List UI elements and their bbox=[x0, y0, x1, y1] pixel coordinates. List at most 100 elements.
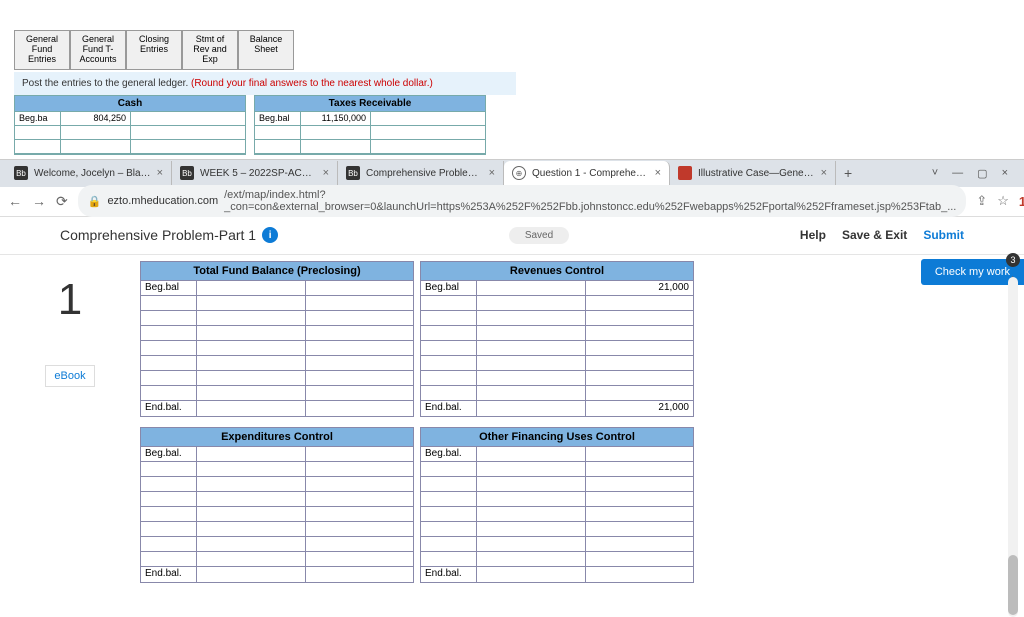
share-icon[interactable]: ⇪ bbox=[976, 193, 987, 209]
cell[interactable] bbox=[586, 462, 694, 476]
cell[interactable] bbox=[306, 537, 414, 551]
cell[interactable] bbox=[586, 341, 694, 355]
cell[interactable] bbox=[306, 567, 414, 582]
cell[interactable] bbox=[477, 296, 586, 310]
cell[interactable] bbox=[306, 296, 414, 310]
cell[interactable] bbox=[131, 140, 245, 153]
cell[interactable] bbox=[586, 371, 694, 385]
cell[interactable] bbox=[421, 296, 477, 310]
browser-tab[interactable]: BbComprehensive Problem - Part 1× bbox=[338, 161, 504, 185]
cell[interactable] bbox=[477, 341, 586, 355]
cell[interactable] bbox=[141, 326, 197, 340]
cell[interactable] bbox=[477, 462, 586, 476]
cell[interactable] bbox=[197, 477, 306, 491]
cell[interactable] bbox=[141, 522, 197, 536]
tab-balance[interactable]: Balance Sheet bbox=[238, 30, 294, 70]
cell[interactable] bbox=[197, 311, 306, 325]
cell[interactable] bbox=[197, 356, 306, 370]
cell[interactable] bbox=[306, 552, 414, 566]
submit-link[interactable]: Submit bbox=[923, 228, 964, 242]
new-tab-button[interactable]: + bbox=[836, 165, 860, 181]
cell[interactable] bbox=[306, 311, 414, 325]
cell[interactable] bbox=[421, 371, 477, 385]
cell[interactable] bbox=[477, 386, 586, 400]
cell[interactable] bbox=[197, 537, 306, 551]
cell[interactable] bbox=[477, 477, 586, 491]
cell[interactable] bbox=[477, 567, 586, 582]
cell[interactable] bbox=[306, 371, 414, 385]
reload-icon[interactable]: ⟳ bbox=[56, 193, 68, 210]
cell[interactable] bbox=[131, 126, 245, 139]
cell[interactable] bbox=[197, 507, 306, 521]
cell[interactable] bbox=[586, 311, 694, 325]
tab-closing[interactable]: Closing Entries bbox=[126, 30, 182, 70]
cell[interactable] bbox=[421, 386, 477, 400]
cell[interactable] bbox=[141, 311, 197, 325]
close-icon[interactable]: × bbox=[489, 167, 495, 179]
close-icon[interactable]: × bbox=[821, 167, 827, 179]
cell[interactable] bbox=[477, 552, 586, 566]
cell[interactable] bbox=[15, 126, 61, 139]
cell[interactable] bbox=[586, 447, 694, 461]
close-icon[interactable]: × bbox=[323, 167, 329, 179]
cell[interactable] bbox=[371, 112, 485, 125]
cell[interactable] bbox=[141, 386, 197, 400]
cell[interactable] bbox=[197, 462, 306, 476]
cell[interactable] bbox=[477, 401, 586, 416]
cell[interactable] bbox=[586, 507, 694, 521]
cell[interactable] bbox=[141, 507, 197, 521]
cell[interactable] bbox=[306, 401, 414, 416]
cell[interactable] bbox=[141, 537, 197, 551]
cell[interactable] bbox=[477, 311, 586, 325]
cell[interactable] bbox=[586, 537, 694, 551]
cell[interactable] bbox=[477, 492, 586, 506]
cell[interactable] bbox=[197, 326, 306, 340]
cell[interactable] bbox=[586, 356, 694, 370]
cell[interactable] bbox=[141, 371, 197, 385]
cell[interactable] bbox=[197, 447, 306, 461]
chevron-down-icon[interactable]: ˅ bbox=[932, 167, 938, 180]
close-icon[interactable]: × bbox=[157, 167, 163, 179]
cell[interactable] bbox=[421, 507, 477, 521]
cell[interactable] bbox=[141, 492, 197, 506]
tab-stmt[interactable]: Stmt of Rev and Exp bbox=[182, 30, 238, 70]
minimize-icon[interactable]: — bbox=[952, 167, 963, 180]
cell[interactable] bbox=[15, 140, 61, 153]
cell[interactable] bbox=[306, 462, 414, 476]
cell[interactable] bbox=[477, 371, 586, 385]
cell[interactable] bbox=[255, 140, 301, 153]
cell[interactable] bbox=[371, 140, 485, 153]
cell[interactable] bbox=[306, 326, 414, 340]
cell[interactable] bbox=[371, 126, 485, 139]
browser-tab[interactable]: BbWEEK 5 – 2022SP-ACC-149-I01× bbox=[172, 161, 338, 185]
cell[interactable] bbox=[421, 552, 477, 566]
maximize-icon[interactable]: ▢ bbox=[977, 167, 987, 180]
cell[interactable] bbox=[586, 477, 694, 491]
cell[interactable] bbox=[586, 552, 694, 566]
cell[interactable] bbox=[586, 567, 694, 582]
cell[interactable] bbox=[421, 326, 477, 340]
ebook-link[interactable]: eBook bbox=[45, 365, 94, 387]
cell[interactable] bbox=[586, 522, 694, 536]
cell[interactable] bbox=[306, 492, 414, 506]
cell[interactable] bbox=[197, 522, 306, 536]
cell[interactable] bbox=[141, 477, 197, 491]
cell[interactable] bbox=[197, 281, 306, 295]
cell[interactable] bbox=[477, 537, 586, 551]
cell[interactable] bbox=[197, 567, 306, 582]
cell[interactable] bbox=[586, 296, 694, 310]
cell[interactable] bbox=[421, 537, 477, 551]
cell[interactable] bbox=[306, 447, 414, 461]
cell[interactable] bbox=[306, 522, 414, 536]
cell[interactable] bbox=[586, 386, 694, 400]
cell[interactable] bbox=[197, 296, 306, 310]
cell[interactable] bbox=[421, 341, 477, 355]
info-icon[interactable]: i bbox=[262, 227, 278, 243]
cell[interactable] bbox=[141, 296, 197, 310]
ext-icon[interactable]: 1p bbox=[1019, 194, 1024, 209]
browser-tab[interactable]: Illustrative Case—General Fund× bbox=[670, 161, 836, 185]
cell[interactable] bbox=[477, 356, 586, 370]
close-icon[interactable]: × bbox=[655, 167, 661, 179]
tab-gf-entries[interactable]: General Fund Entries bbox=[14, 30, 70, 70]
cell[interactable] bbox=[197, 341, 306, 355]
